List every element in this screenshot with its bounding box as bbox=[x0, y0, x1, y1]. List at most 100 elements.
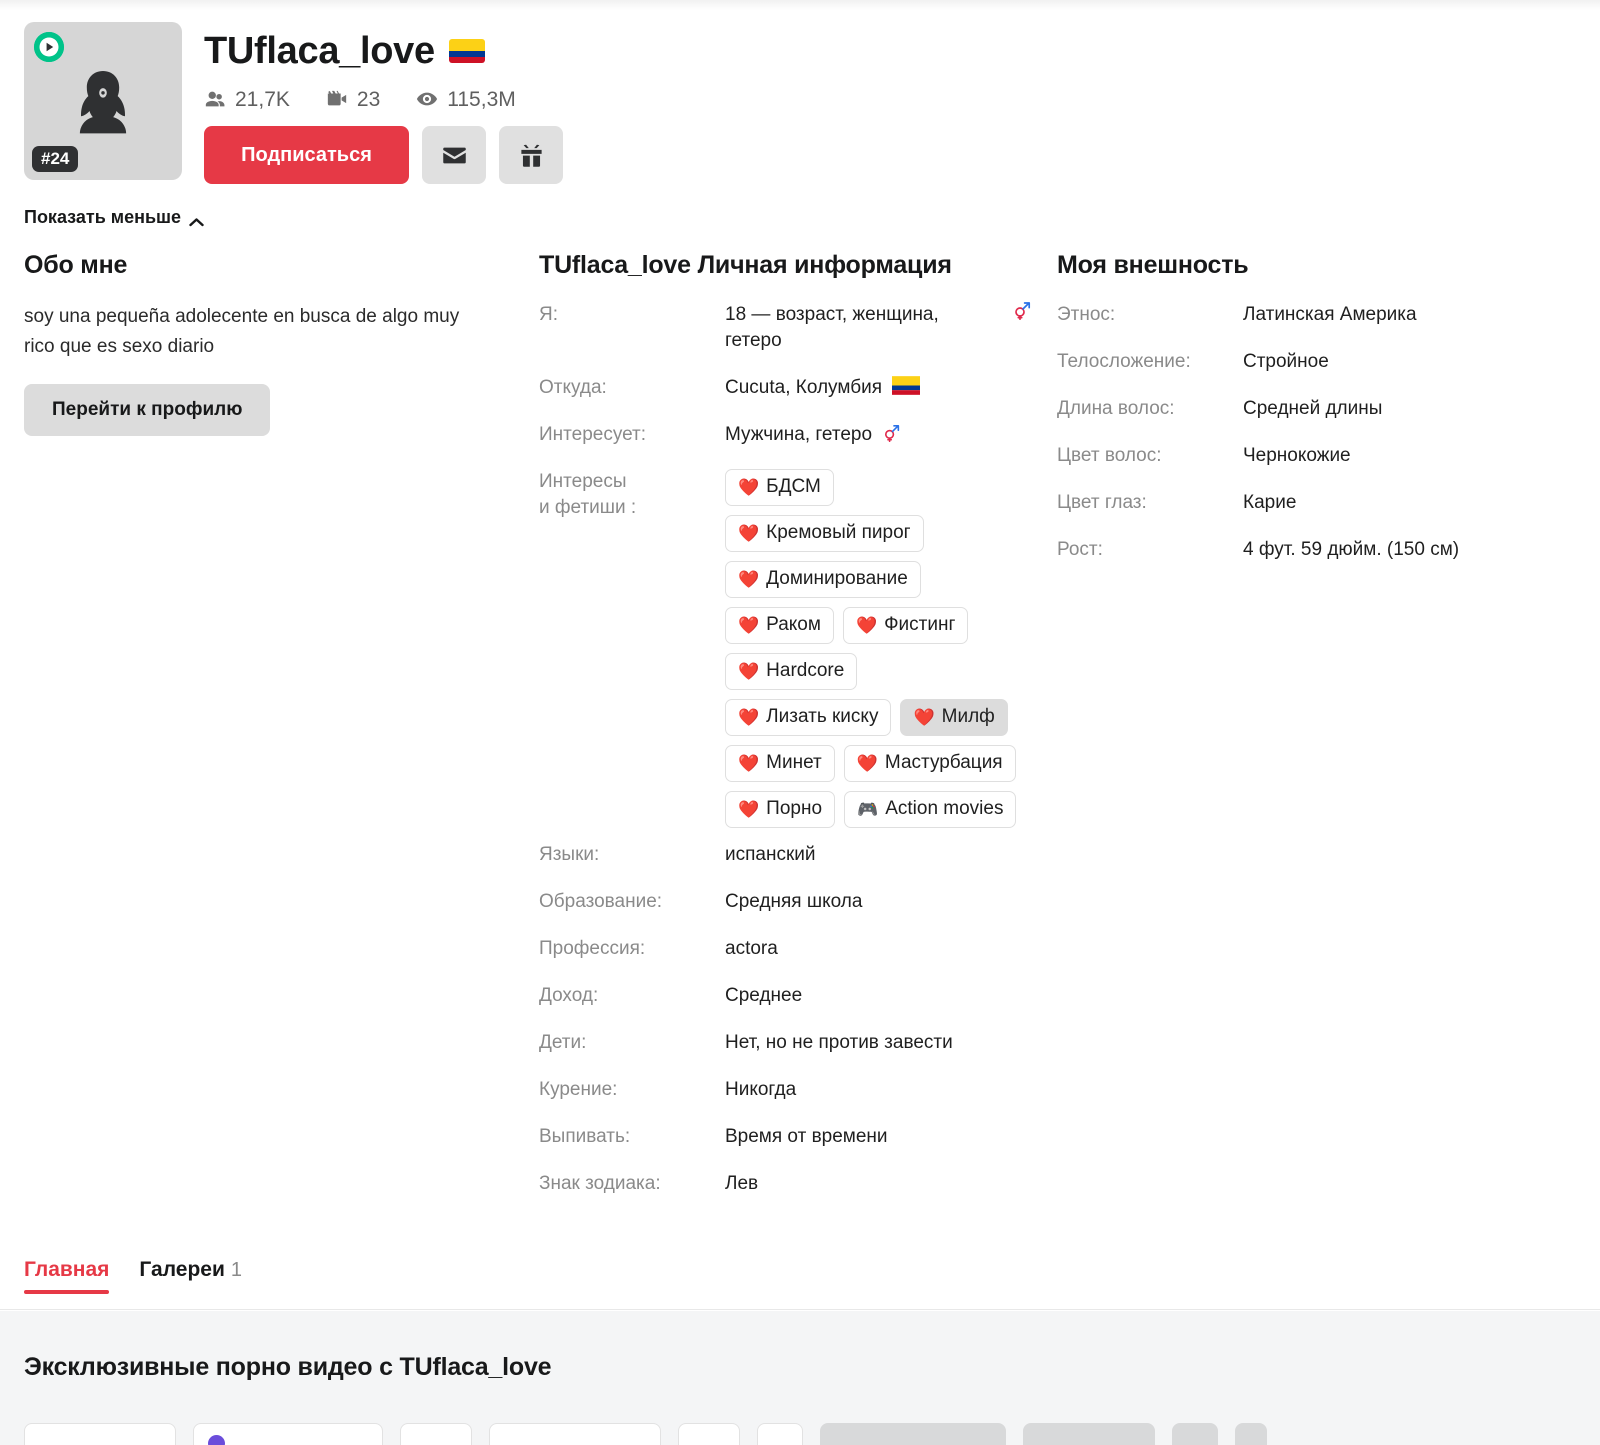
show-less-label: Показать меньше bbox=[24, 207, 182, 227]
info-value: Чернокожие bbox=[1243, 445, 1351, 466]
info-value: actora bbox=[725, 938, 778, 959]
info-label: Рост: bbox=[1057, 539, 1103, 560]
info-label: Дети: bbox=[539, 1032, 587, 1053]
info-label: Интересует: bbox=[539, 424, 647, 445]
info-label: Цвет волос: bbox=[1057, 445, 1162, 466]
info-row: Языки: испанский bbox=[539, 842, 1039, 868]
filter-chip-filled[interactable] bbox=[820, 1423, 1006, 1445]
filter-chip[interactable] bbox=[24, 1423, 176, 1445]
info-label: Языки: bbox=[539, 844, 600, 865]
colombia-flag-icon bbox=[448, 39, 485, 63]
personal-info-title: TUflaca_love Личная информация bbox=[539, 251, 952, 279]
info-row-me: Я: 18 — возраст, женщина, гетеро bbox=[539, 302, 1039, 354]
filter-chip[interactable] bbox=[489, 1423, 661, 1445]
info-value: Лев bbox=[725, 1173, 759, 1194]
heart-icon: ❤️ bbox=[738, 661, 760, 681]
appearance-section: Моя внешность Этнос: Латинская Америка Тел… bbox=[1057, 250, 1527, 584]
about-title: Обо мне bbox=[24, 251, 128, 279]
heart-icon: ❤️ bbox=[738, 799, 760, 819]
info-value: Среднее bbox=[725, 985, 803, 1006]
info-value: Нет, но не против завести bbox=[725, 1032, 953, 1053]
info-row: Этнос: Латинская Америка bbox=[1057, 302, 1527, 328]
info-value: Средней длины bbox=[1243, 398, 1383, 419]
info-label: Цвет глаз: bbox=[1057, 492, 1147, 513]
gift-button[interactable] bbox=[499, 126, 563, 184]
interests-tag-list: ❤️ БДСМ ❤️ Кремовый пирог ❤️ Доминирование ❤️ Р… bbox=[725, 469, 1025, 828]
filter-chip[interactable] bbox=[678, 1423, 740, 1445]
interest-tag[interactable]: ❤️ Кремовый пирог bbox=[725, 515, 924, 552]
info-value: испанский bbox=[725, 844, 816, 865]
interest-tag-label: БДСМ bbox=[766, 476, 821, 497]
interest-tag[interactable]: ❤️ Лизать киску bbox=[725, 699, 892, 736]
profile-stats: 21,7K 23 115,3M bbox=[204, 88, 563, 110]
info-value: 18 — возраст, женщина, гетеро bbox=[725, 304, 939, 351]
heart-icon: 🎮 bbox=[857, 799, 879, 819]
tab-galleries[interactable]: Галереи 1 bbox=[139, 1258, 242, 1294]
info-value-wrap: Cucuta, Колумбия bbox=[725, 375, 1039, 401]
info-row: Выпивать: Время от времени bbox=[539, 1124, 1039, 1150]
info-row: Цвет волос: Чернокожие bbox=[1057, 443, 1527, 469]
colombia-flag-icon bbox=[892, 376, 921, 395]
interest-tag-label: Hardcore bbox=[766, 660, 845, 681]
heart-icon: ❤️ bbox=[738, 569, 760, 589]
interest-tag[interactable]: ❤️ Hardcore bbox=[725, 653, 858, 690]
avatar[interactable]: #24 bbox=[24, 22, 182, 180]
info-row: Курение: Никогда bbox=[539, 1077, 1039, 1103]
info-label: Выпивать: bbox=[539, 1126, 631, 1147]
video-camera-icon bbox=[326, 88, 348, 110]
info-value: 4 фут. 59 дюйм. (150 см) bbox=[1243, 539, 1460, 560]
stat-followers: 21,7K bbox=[204, 88, 290, 110]
filter-chip[interactable] bbox=[757, 1423, 803, 1445]
interest-tag-label: Кремовый пирог bbox=[766, 522, 911, 543]
people-icon bbox=[204, 88, 226, 110]
live-play-badge[interactable] bbox=[34, 32, 64, 62]
interest-tag[interactable]: ❤️ Минет bbox=[725, 745, 835, 782]
stat-videos-value: 23 bbox=[356, 87, 381, 111]
interest-tag[interactable]: ❤️ Мастурбация bbox=[843, 745, 1016, 782]
info-row: Телосложение: Стройное bbox=[1057, 349, 1527, 375]
show-less-toggle[interactable]: Показать меньше bbox=[24, 207, 204, 228]
interest-tag[interactable]: 🎮 Action movies bbox=[844, 791, 1017, 828]
tab-label: Главная bbox=[24, 1258, 110, 1281]
filter-chip-filled[interactable] bbox=[1235, 1423, 1267, 1445]
interest-tag[interactable]: ❤️ Милф bbox=[900, 699, 1008, 736]
interest-tag[interactable]: ❤️ Порно bbox=[725, 791, 836, 828]
info-label: Курение: bbox=[539, 1079, 618, 1100]
heart-icon: ❤️ bbox=[738, 707, 760, 727]
tab-home[interactable]: Главная bbox=[24, 1258, 110, 1295]
eye-icon bbox=[416, 88, 438, 110]
personal-info-rows: Языки: испанский Образование: Средняя школа… bbox=[539, 842, 1039, 1197]
interest-tag-label: Порно bbox=[766, 798, 823, 819]
goto-profile-button[interactable]: Перейти к профилю bbox=[24, 384, 271, 436]
info-row: Длина волос: Средней длины bbox=[1057, 396, 1527, 422]
info-row-interested-in: Интересует: Мужчина, гетеро bbox=[539, 422, 1039, 448]
interest-tag[interactable]: ❤️ БДСМ bbox=[725, 469, 834, 506]
message-button[interactable] bbox=[422, 126, 486, 184]
appearance-title: Моя внешность bbox=[1057, 251, 1249, 279]
heart-icon: ❤️ bbox=[856, 753, 878, 773]
heart-icon: ❤️ bbox=[738, 753, 760, 773]
header-shadow bbox=[0, 0, 1600, 10]
info-row: Доход: Среднее bbox=[539, 983, 1039, 1009]
username-row: TUflaca_love bbox=[204, 32, 563, 70]
info-row: Рост: 4 фут. 59 дюйм. (150 см) bbox=[1057, 537, 1527, 563]
filter-chip-filled[interactable] bbox=[1023, 1423, 1155, 1445]
filter-chip-filled[interactable] bbox=[1172, 1423, 1218, 1445]
tab-label: Галереи bbox=[139, 1258, 225, 1281]
info-value: Стройное bbox=[1243, 351, 1329, 372]
about-section: Обо мне soy una pequeña adolecente en bu… bbox=[24, 250, 504, 436]
info-label: Доход: bbox=[539, 985, 599, 1006]
filter-chip-with-badge[interactable] bbox=[193, 1423, 383, 1445]
interest-tag[interactable]: ❤️ Раком bbox=[725, 607, 834, 644]
interest-tag-label: Action movies bbox=[885, 798, 1004, 819]
subscribe-button[interactable]: Подписаться bbox=[204, 126, 409, 184]
info-label: Телосложение: bbox=[1057, 351, 1191, 372]
about-text: soy una pequeña adolecente en busca de a… bbox=[24, 306, 460, 357]
gender-transgender-icon bbox=[877, 424, 901, 445]
interest-tag[interactable]: ❤️ Фистинг bbox=[842, 607, 969, 644]
filter-chip[interactable] bbox=[400, 1423, 472, 1445]
profile-actions: Подписаться bbox=[204, 126, 563, 184]
interest-tag[interactable]: ❤️ Доминирование bbox=[725, 561, 921, 598]
info-row: Профессия: actora bbox=[539, 936, 1039, 962]
stat-views-value: 115,3M bbox=[447, 87, 516, 111]
